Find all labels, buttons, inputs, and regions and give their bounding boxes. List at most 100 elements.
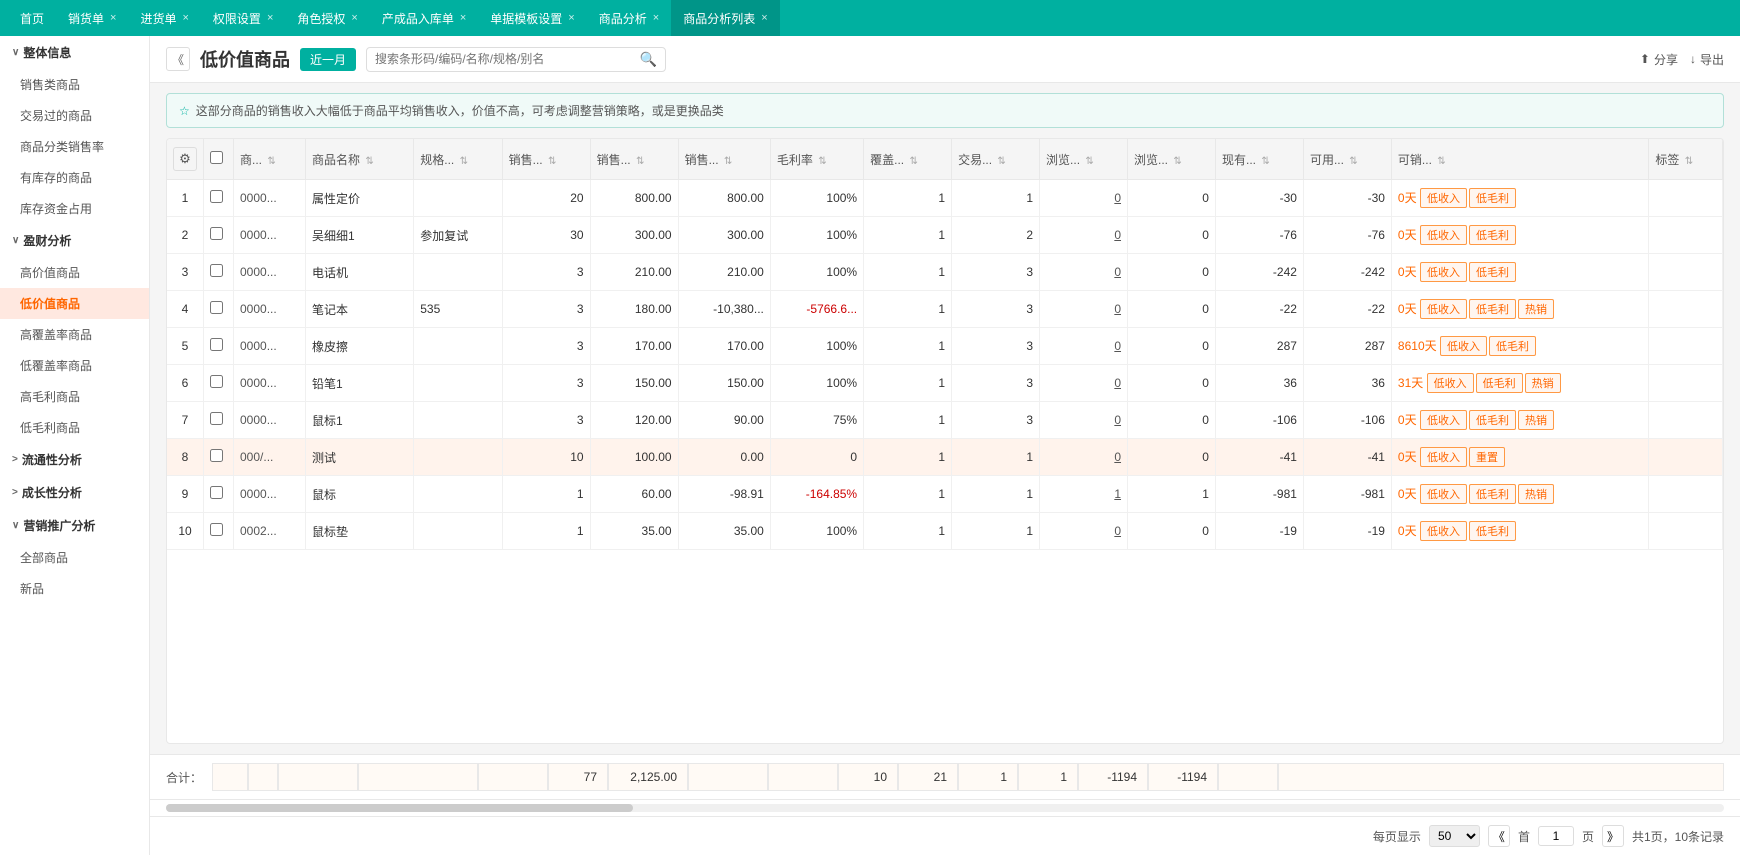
cell-checkbox[interactable] (204, 365, 234, 402)
cell-margin: -164.85% (770, 476, 863, 513)
sidebar-group-profit[interactable]: ∨ 盈财分析 (0, 224, 149, 257)
sidebar-group-flow[interactable]: > 流通性分析 (0, 443, 149, 476)
export-button[interactable]: ↓ 导出 (1690, 51, 1724, 68)
sidebar-item-low-margin[interactable]: 低毛利商品 (0, 412, 149, 443)
close-icon[interactable]: × (653, 12, 659, 24)
close-icon[interactable]: × (182, 12, 188, 24)
tag-label: 低收入 (1440, 336, 1487, 356)
row-checkbox[interactable] (210, 338, 223, 351)
horizontal-scrollbar[interactable] (150, 800, 1740, 816)
col-sales1[interactable]: 销售... ⇅ (502, 139, 590, 180)
col-stock2[interactable]: 可用... ⇅ (1303, 139, 1391, 180)
row-checkbox[interactable] (210, 190, 223, 203)
nav-purchase-order[interactable]: 进货单 × (128, 0, 200, 36)
sidebar-group-growth[interactable]: > 成长性分析 (0, 476, 149, 509)
cell-checkbox[interactable] (204, 513, 234, 550)
nav-role-auth[interactable]: 角色授权 × (285, 0, 369, 36)
sidebar-item-high-value[interactable]: 高价值商品 (0, 257, 149, 288)
row-checkbox[interactable] (210, 523, 223, 536)
sidebar-group-overall[interactable]: ∨ 整体信息 (0, 36, 149, 69)
row-checkbox[interactable] (210, 227, 223, 240)
scroll-track[interactable] (166, 804, 1724, 812)
cell-margin: 100% (770, 217, 863, 254)
row-checkbox[interactable] (210, 449, 223, 462)
sidebar-item-traded-goods[interactable]: 交易过的商品 (0, 100, 149, 131)
sidebar-item-low-cover[interactable]: 低覆盖率商品 (0, 350, 149, 381)
close-icon[interactable]: × (460, 12, 466, 24)
col-stock1[interactable]: 现有... ⇅ (1215, 139, 1303, 180)
sidebar-item-category-rate[interactable]: 商品分类销售率 (0, 131, 149, 162)
nav-goods-analysis-list[interactable]: 商品分析列表 × (671, 0, 779, 36)
col-sales2[interactable]: 销售... ⇅ (590, 139, 678, 180)
row-checkbox[interactable] (210, 486, 223, 499)
sidebar-item-low-value[interactable]: 低价值商品 (0, 288, 149, 319)
cell-trade: 3 (952, 291, 1040, 328)
cell-checkbox[interactable] (204, 328, 234, 365)
next-page-button[interactable]: 》 (1602, 825, 1624, 847)
scroll-thumb[interactable] (166, 804, 633, 812)
cell-checkbox[interactable] (204, 291, 234, 328)
share-button[interactable]: ⬆ 分享 (1640, 51, 1678, 68)
close-icon[interactable]: × (351, 12, 357, 24)
nav-product-in[interactable]: 产成品入库单 × (370, 0, 478, 36)
col-view1[interactable]: 浏览... ⇅ (1040, 139, 1128, 180)
sidebar-collapse-button[interactable]: 《 (166, 47, 190, 71)
row-checkbox[interactable] (210, 412, 223, 425)
col-cover[interactable]: 覆盖... ⇅ (864, 139, 952, 180)
col-view2[interactable]: 浏览... ⇅ (1128, 139, 1216, 180)
col-name[interactable]: 商品名称 ⇅ (306, 139, 414, 180)
row-checkbox[interactable] (210, 375, 223, 388)
close-icon[interactable]: × (267, 12, 273, 24)
col-sales3[interactable]: 销售... ⇅ (678, 139, 770, 180)
cell-code: 0000... (234, 217, 306, 254)
col-spec[interactable]: 规格... ⇅ (414, 139, 502, 180)
sidebar-item-high-cover[interactable]: 高覆盖率商品 (0, 319, 149, 350)
sidebar-item-new-goods[interactable]: 新品 (0, 573, 149, 604)
col-stock3[interactable]: 可销... ⇅ (1391, 139, 1648, 180)
cell-view2: 0 (1128, 291, 1216, 328)
cell-checkbox[interactable] (204, 217, 234, 254)
nav-sales-order[interactable]: 销货单 × (56, 0, 128, 36)
col-code[interactable]: 商... ⇅ (234, 139, 306, 180)
col-margin[interactable]: 毛利率 ⇅ (770, 139, 863, 180)
sidebar-item-sales-goods[interactable]: 销售类商品 (0, 69, 149, 100)
column-settings-button[interactable]: ⚙ (173, 147, 197, 171)
cell-checkbox[interactable] (204, 180, 234, 217)
cell-checkbox[interactable] (204, 402, 234, 439)
cell-view1: 0 (1040, 254, 1128, 291)
close-icon[interactable]: × (110, 12, 116, 24)
nav-template[interactable]: 单据模板设置 × (478, 0, 586, 36)
cell-days: 0天 低收入低毛利热销 (1391, 476, 1648, 513)
cell-days: 0天 低收入低毛利 (1391, 217, 1648, 254)
per-page-select[interactable]: 50 100 (1429, 825, 1480, 847)
nav-permission[interactable]: 权限设置 × (201, 0, 285, 36)
close-icon[interactable]: × (761, 12, 767, 24)
cell-checkbox[interactable] (204, 439, 234, 476)
row-checkbox[interactable] (210, 264, 223, 277)
cell-stock2: -19 (1303, 513, 1391, 550)
row-checkbox[interactable] (210, 301, 223, 314)
info-icon: ☆ (179, 104, 190, 118)
close-icon[interactable]: × (568, 12, 574, 24)
search-icon[interactable]: 🔍 (640, 51, 657, 68)
table-row: 1 0000... 属性定价 20 800.00 800.00 100% 1 1… (167, 180, 1723, 217)
search-input[interactable] (375, 52, 634, 66)
nav-home[interactable]: 首页 (8, 0, 56, 36)
table-row: 4 0000... 笔记本 535 3 180.00 -10,380... -5… (167, 291, 1723, 328)
cell-checkbox[interactable] (204, 254, 234, 291)
search-box[interactable]: 🔍 (366, 47, 666, 72)
sidebar-group-marketing[interactable]: ∨ 营销推广分析 (0, 509, 149, 542)
time-filter-button[interactable]: 近一月 (300, 48, 356, 71)
nav-goods-analysis[interactable]: 商品分析 × (587, 0, 671, 36)
sidebar-item-high-margin[interactable]: 高毛利商品 (0, 381, 149, 412)
first-page-button[interactable]: 《 (1488, 825, 1510, 847)
col-tags[interactable]: 标签 ⇅ (1649, 139, 1723, 180)
select-all-checkbox[interactable] (210, 151, 223, 164)
cell-checkbox[interactable] (204, 476, 234, 513)
col-trade[interactable]: 交易... ⇅ (952, 139, 1040, 180)
cell-view1: 0 (1040, 365, 1128, 402)
page-number-input[interactable] (1538, 826, 1574, 846)
sidebar-item-stocked-goods[interactable]: 有库存的商品 (0, 162, 149, 193)
sidebar-item-all-goods[interactable]: 全部商品 (0, 542, 149, 573)
sidebar-item-stock-fund[interactable]: 库存资金占用 (0, 193, 149, 224)
